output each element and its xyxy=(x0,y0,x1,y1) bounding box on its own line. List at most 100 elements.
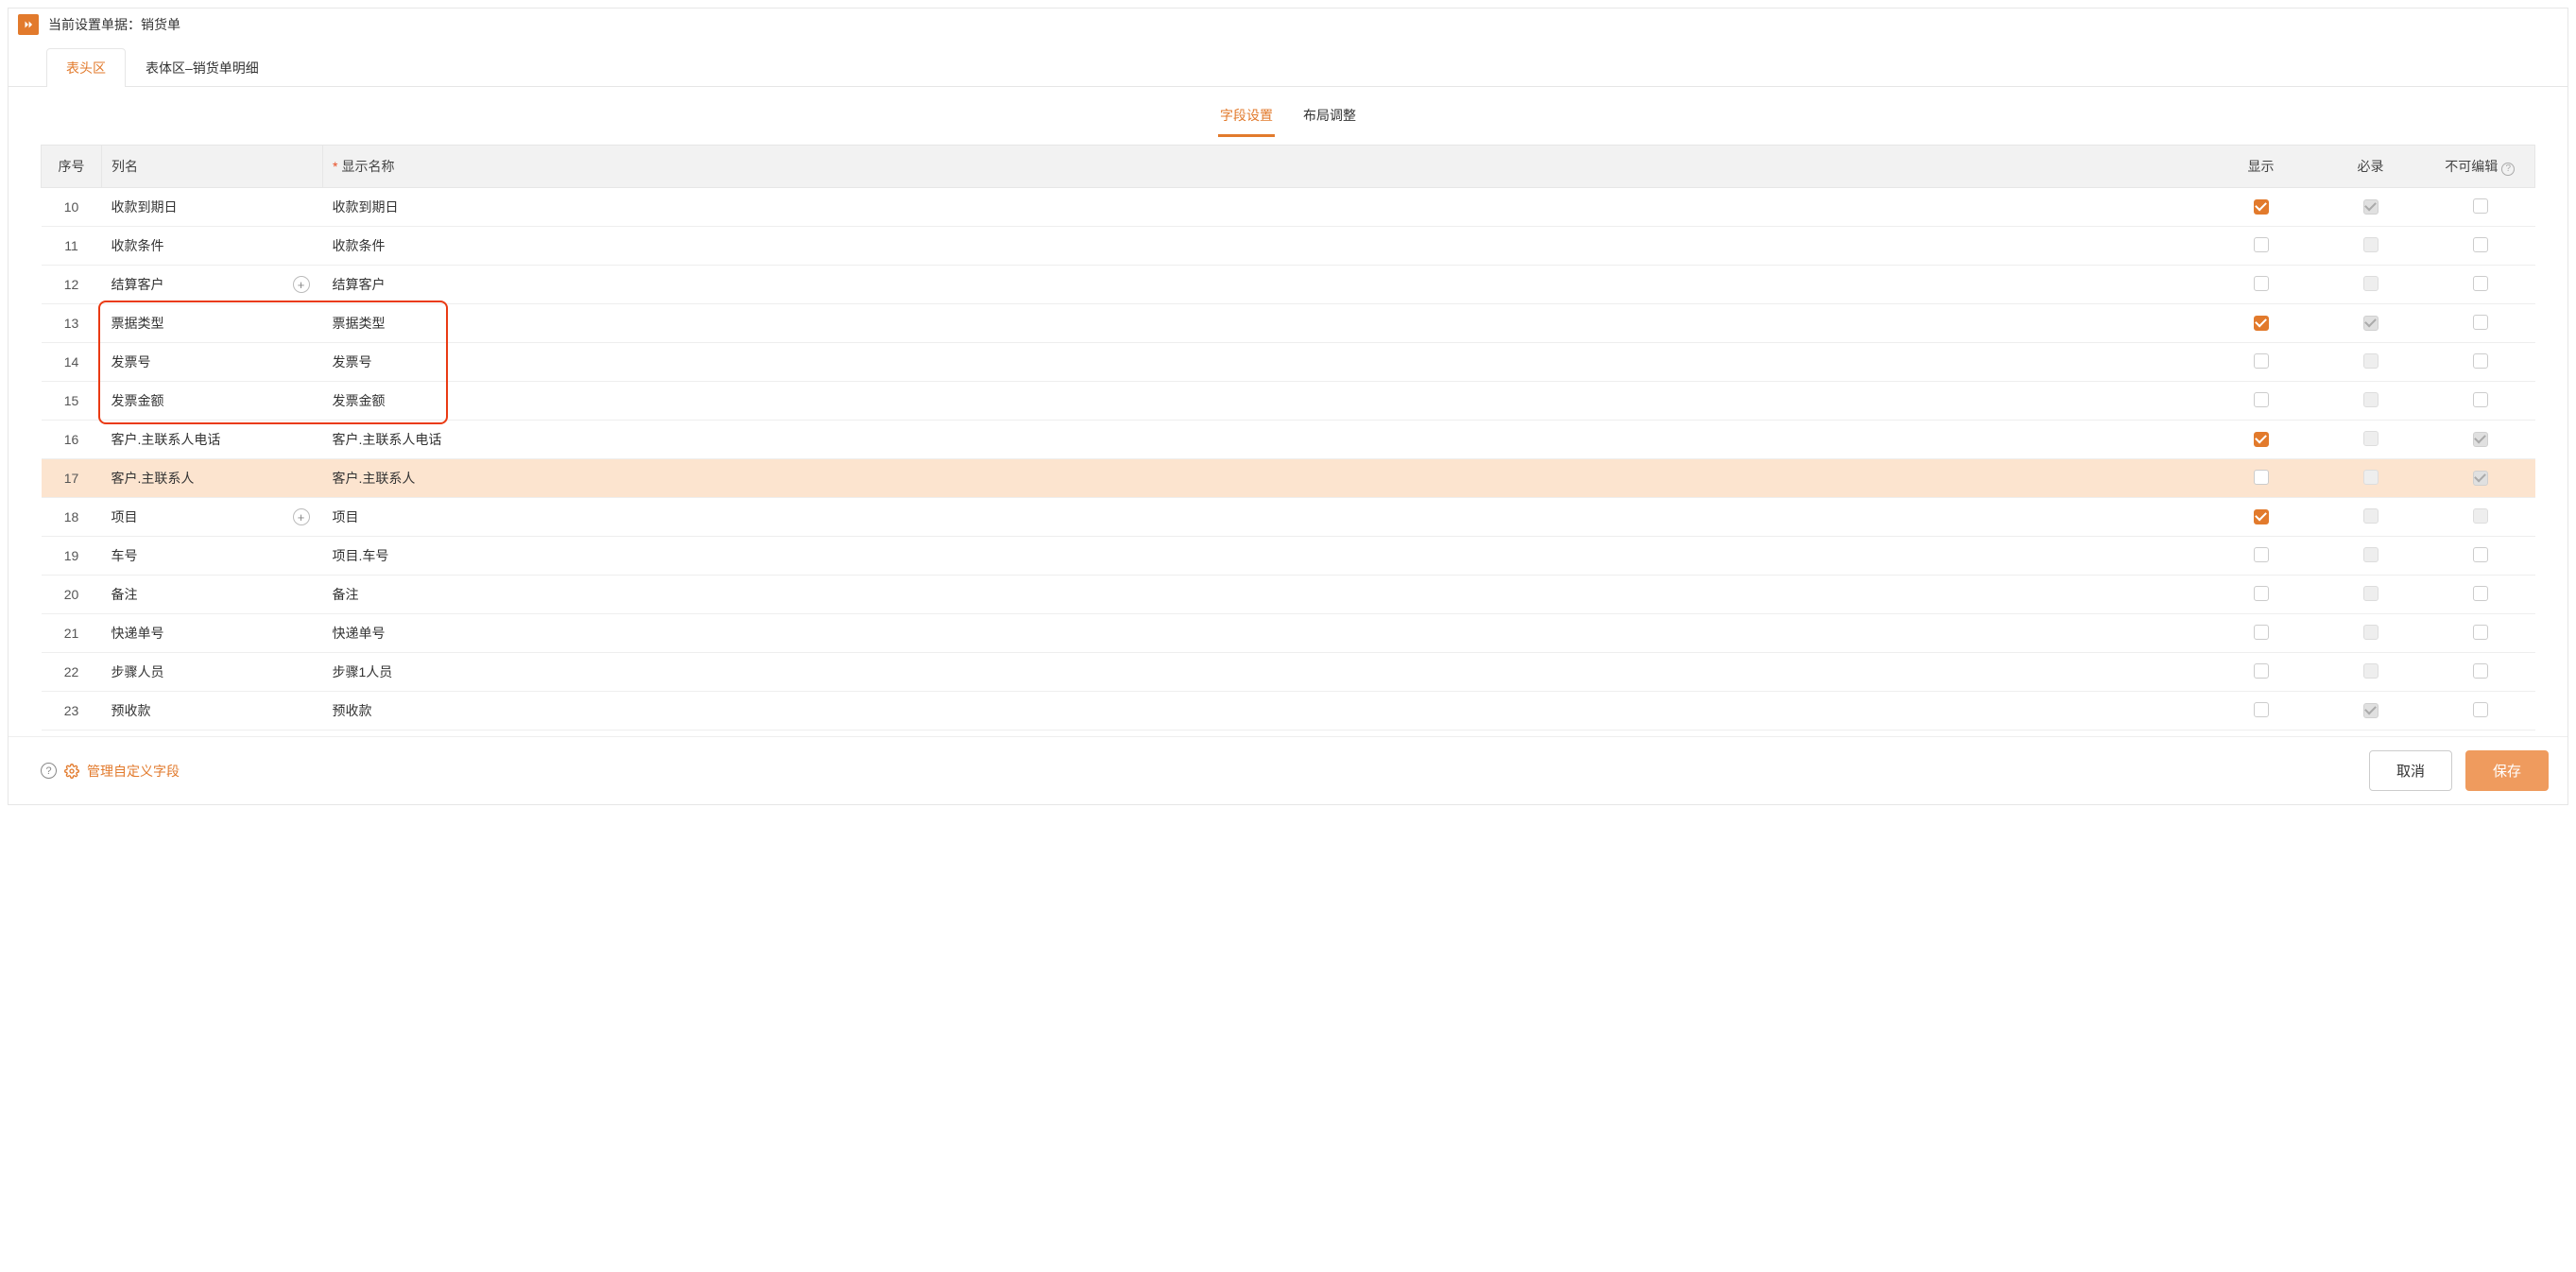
checkbox-readonly[interactable] xyxy=(2473,547,2488,562)
checkbox-readonly[interactable] xyxy=(2473,586,2488,601)
table-header-row: 序号 列名 *显示名称 显示 必录 不可编辑? xyxy=(42,146,2535,188)
checkbox-show[interactable] xyxy=(2254,316,2269,331)
checkbox-readonly[interactable] xyxy=(2473,702,2488,717)
col-readonly: 不可编辑? xyxy=(2426,146,2535,188)
current-doc-name: 销货单 xyxy=(141,17,180,32)
checkbox-show[interactable] xyxy=(2254,276,2269,291)
manage-custom-fields-link[interactable]: 管理自定义字段 xyxy=(87,762,180,781)
footer-left: ? 管理自定义字段 xyxy=(41,762,180,781)
sub-tab-field-settings[interactable]: 字段设置 xyxy=(1218,100,1275,137)
checkbox-show[interactable] xyxy=(2254,237,2269,252)
row-column-name-text: 发票金额 xyxy=(112,393,164,408)
row-column-name-text: 票据类型 xyxy=(112,316,164,331)
checkbox-show[interactable] xyxy=(2254,702,2269,717)
row-column-name: 项目+ xyxy=(102,498,323,537)
footer-bar: ? 管理自定义字段 取消 保存 xyxy=(9,736,2567,804)
area-tabs: 表头区 表体区–销货单明细 xyxy=(9,48,2567,87)
checkbox-readonly[interactable] xyxy=(2473,315,2488,330)
tab-body-area[interactable]: 表体区–销货单明细 xyxy=(126,48,279,87)
row-display-name[interactable]: 发票号 xyxy=(323,343,2207,382)
checkbox-readonly[interactable] xyxy=(2473,276,2488,291)
expand-sidebar-button[interactable] xyxy=(18,14,39,35)
row-column-name-text: 步骤人员 xyxy=(112,664,164,679)
checkbox-show[interactable] xyxy=(2254,509,2269,524)
checkbox-required xyxy=(2363,663,2379,679)
checkbox-readonly[interactable] xyxy=(2473,625,2488,640)
checkbox-show-cell xyxy=(2207,266,2316,304)
help-icon[interactable]: ? xyxy=(2501,163,2515,176)
checkbox-required-cell xyxy=(2316,692,2426,731)
row-display-name[interactable]: 快递单号 xyxy=(323,614,2207,653)
checkbox-show-cell xyxy=(2207,227,2316,266)
save-button[interactable]: 保存 xyxy=(2465,750,2549,791)
row-column-name: 客户.主联系人电话 xyxy=(102,421,323,459)
checkbox-show[interactable] xyxy=(2254,625,2269,640)
row-display-name[interactable]: 步骤1人员 xyxy=(323,653,2207,692)
table-row: 13票据类型票据类型 xyxy=(42,304,2535,343)
row-display-name[interactable]: 项目.车号 xyxy=(323,537,2207,576)
checkbox-readonly[interactable] xyxy=(2473,237,2488,252)
add-child-button[interactable]: + xyxy=(293,508,310,525)
row-display-name[interactable]: 发票金额 xyxy=(323,382,2207,421)
checkbox-show[interactable] xyxy=(2254,199,2269,215)
checkbox-show[interactable] xyxy=(2254,470,2269,485)
row-column-name: 预收款 xyxy=(102,692,323,731)
checkbox-required-cell xyxy=(2316,614,2426,653)
question-icon[interactable]: ? xyxy=(41,763,57,779)
tab-header-area[interactable]: 表头区 xyxy=(46,48,126,87)
row-display-name[interactable]: 预收款 xyxy=(323,692,2207,731)
checkbox-readonly[interactable] xyxy=(2473,392,2488,407)
row-display-name[interactable]: 票据类型 xyxy=(323,304,2207,343)
row-display-name[interactable]: 备注 xyxy=(323,576,2207,614)
checkbox-show[interactable] xyxy=(2254,586,2269,601)
row-display-name[interactable]: 收款到期日 xyxy=(323,188,2207,227)
row-seq: 18 xyxy=(42,498,102,537)
row-column-name-text: 客户.主联系人电话 xyxy=(112,432,221,447)
checkbox-show[interactable] xyxy=(2254,432,2269,447)
checkbox-readonly[interactable] xyxy=(2473,663,2488,679)
row-column-name-text: 车号 xyxy=(112,548,138,563)
row-display-name[interactable]: 客户.主联系人电话 xyxy=(323,421,2207,459)
checkbox-readonly-cell xyxy=(2426,537,2535,576)
checkbox-readonly-cell xyxy=(2426,227,2535,266)
row-display-name[interactable]: 客户.主联系人 xyxy=(323,459,2207,498)
cancel-button[interactable]: 取消 xyxy=(2369,750,2452,791)
row-column-name-text: 备注 xyxy=(112,587,138,602)
col-show: 显示 xyxy=(2207,146,2316,188)
row-seq: 15 xyxy=(42,382,102,421)
checkbox-required xyxy=(2363,316,2379,331)
row-seq: 14 xyxy=(42,343,102,382)
checkbox-show[interactable] xyxy=(2254,547,2269,562)
checkbox-readonly[interactable] xyxy=(2473,198,2488,214)
checkbox-readonly[interactable] xyxy=(2473,353,2488,369)
table-row: 18项目+项目 xyxy=(42,498,2535,537)
row-display-name[interactable]: 项目 xyxy=(323,498,2207,537)
checkbox-required-cell xyxy=(2316,537,2426,576)
checkbox-required xyxy=(2363,703,2379,718)
checkbox-show-cell xyxy=(2207,459,2316,498)
row-column-name: 车号 xyxy=(102,537,323,576)
checkbox-show-cell xyxy=(2207,188,2316,227)
checkbox-required xyxy=(2363,392,2379,407)
checkbox-show[interactable] xyxy=(2254,353,2269,369)
add-child-button[interactable]: + xyxy=(293,276,310,293)
row-column-name: 客户.主联系人 xyxy=(102,459,323,498)
row-column-name: 发票金额 xyxy=(102,382,323,421)
row-display-name[interactable]: 收款条件 xyxy=(323,227,2207,266)
row-column-name-text: 预收款 xyxy=(112,703,151,718)
checkbox-show-cell xyxy=(2207,576,2316,614)
chevron-right-double-icon xyxy=(22,18,35,31)
checkbox-required-cell xyxy=(2316,266,2426,304)
checkbox-required-cell xyxy=(2316,227,2426,266)
checkbox-show[interactable] xyxy=(2254,663,2269,679)
checkbox-required xyxy=(2363,353,2379,369)
sub-tab-layout-adjust[interactable]: 布局调整 xyxy=(1301,100,1358,137)
row-column-name-text: 收款到期日 xyxy=(112,199,178,215)
row-column-name: 快递单号 xyxy=(102,614,323,653)
table-row: 10收款到期日收款到期日 xyxy=(42,188,2535,227)
row-column-name: 收款条件 xyxy=(102,227,323,266)
row-display-name[interactable]: 结算客户 xyxy=(323,266,2207,304)
checkbox-show-cell xyxy=(2207,537,2316,576)
checkbox-show[interactable] xyxy=(2254,392,2269,407)
row-column-name: 收款到期日 xyxy=(102,188,323,227)
